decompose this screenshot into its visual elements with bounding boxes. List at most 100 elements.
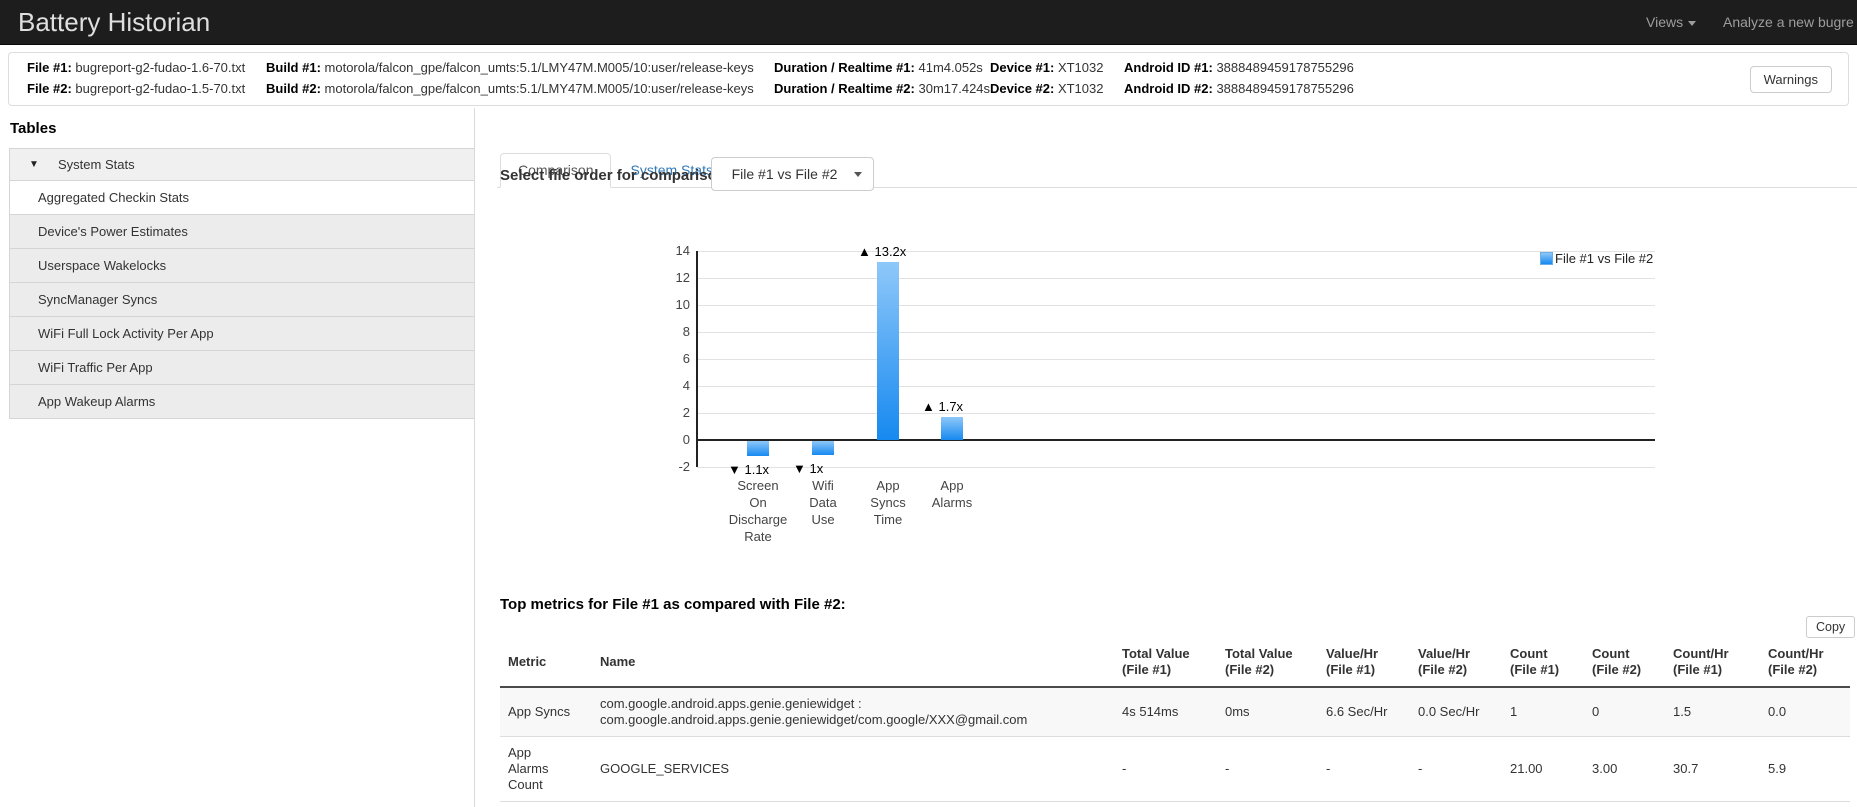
table-cell: 21.00	[1502, 736, 1584, 802]
x-axis-category-label: Screen On Discharge Rate	[728, 478, 788, 544]
chart-bar	[812, 441, 834, 455]
legend-swatch-icon	[1540, 252, 1553, 265]
table-row: App Syncs com.google.android.apps.genie.g…	[500, 687, 1850, 737]
table-header-cell: Count (File #2)	[1584, 638, 1665, 688]
file-info-field-label: Build #1:	[266, 60, 321, 75]
sidebar-item[interactable]: Aggregated Checkin Stats	[9, 181, 475, 215]
file-info-row: File #2: bugreport-g2-fudao-1.5-70.txt Bu…	[9, 81, 1848, 101]
file-info-field: Duration / Realtime #2: 30m17.424s	[774, 81, 991, 96]
top-navbar: Battery Historian Views Analyze a new bu…	[0, 0, 1857, 45]
file-info-field: File #1: bugreport-g2-fudao-1.6-70.txt	[27, 60, 246, 75]
table-cell: -	[1318, 736, 1410, 802]
file-info-field: Build #1: motorola/falcon_gpe/falcon_umt…	[266, 60, 754, 75]
chart-bar	[747, 441, 769, 456]
table-row: App Alarms Count GOOGLE_SERVICES - - - -21.00…	[500, 736, 1850, 802]
y-axis-tick-label: 2	[682, 405, 690, 420]
table-header-cell: Metric	[500, 638, 592, 688]
table-header-cell: Count/Hr (File #2)	[1760, 638, 1850, 688]
warnings-button[interactable]: Warnings	[1749, 66, 1832, 93]
copy-button[interactable]: Copy	[1806, 616, 1856, 638]
chart-bar	[877, 261, 899, 440]
sidebar-item[interactable]: WiFi Full Lock Activity Per App	[9, 317, 475, 351]
chart-bar	[941, 417, 963, 440]
y-axis-line	[696, 251, 698, 467]
x-axis-category-label: App Alarms	[931, 478, 973, 510]
table-cell: -	[1410, 736, 1502, 802]
file-info-field: Duration / Realtime #1: 41m4.052s	[774, 60, 983, 75]
file-info-field-label: Android ID #1:	[1124, 60, 1213, 75]
file-info-field: Android ID #1: 3888489459178755296	[1124, 60, 1354, 75]
table-header-cell: Name	[592, 638, 1114, 688]
gridline	[697, 467, 1655, 468]
table-cell: App Syncs	[500, 687, 592, 737]
file-order-label: Select file order for comparison	[500, 167, 726, 184]
file-info-field-label: File #2:	[27, 81, 72, 96]
gridline	[697, 359, 1655, 360]
table-cell: 1	[1502, 687, 1584, 737]
bar-annotation: ▼ 1x	[793, 460, 824, 476]
table-cell: 0.0 Sec/Hr	[1410, 687, 1502, 737]
sidebar-item[interactable]: App Wakeup Alarms	[9, 385, 475, 419]
table-header-cell: Count (File #1)	[1502, 638, 1584, 688]
views-menu-label: Views	[1646, 14, 1684, 30]
chevron-down-icon	[1688, 20, 1697, 26]
table-header-cell: Value/Hr (File #1)	[1318, 638, 1410, 688]
collapse-triangle-icon: ▼	[29, 159, 39, 170]
table-header-cell: Count/Hr (File #1)	[1665, 638, 1760, 688]
table-header-cell: Total Value (File #2)	[1217, 638, 1318, 688]
y-axis-tick-label: 14	[675, 243, 690, 258]
file-info-field-label: Device #2:	[990, 81, 1055, 96]
y-axis-tick-label: -2	[678, 459, 690, 474]
tables-sidebar: ▼ System Stats Aggregated Checkin Stats D…	[9, 148, 475, 419]
table-cell: 0.0	[1760, 687, 1850, 737]
table-cell: -	[1217, 736, 1318, 802]
sidebar-item[interactable]: Device's Power Estimates	[9, 215, 475, 249]
chart-legend: File #1 vs File #2	[1540, 251, 1653, 266]
file-info-row: File #1: bugreport-g2-fudao-1.6-70.txt Bu…	[9, 60, 1848, 80]
table-cell: 30.7	[1665, 736, 1760, 802]
sidebar-item[interactable]: SyncManager Syncs	[9, 283, 475, 317]
gridline	[697, 413, 1655, 414]
x-axis-category-label: App Syncs Time	[870, 478, 906, 527]
gridline	[697, 251, 1655, 252]
battery-historian-app: Battery Historian Views Analyze a new bu…	[0, 0, 1857, 807]
file-info-field: File #2: bugreport-g2-fudao-1.5-70.txt	[27, 81, 246, 96]
table-cell: 1.5	[1665, 687, 1760, 737]
analyze-new-bugreport-link[interactable]: Analyze a new bugre	[1723, 0, 1854, 45]
y-axis-tick-label: 8	[682, 324, 690, 339]
gridline	[697, 332, 1655, 333]
gridline	[697, 278, 1655, 279]
sidebar-group-system-stats[interactable]: ▼ System Stats	[9, 148, 475, 181]
gridline	[697, 305, 1655, 306]
bar-annotation: ▲ 1.7x	[922, 399, 964, 415]
file-order-select[interactable]: File #1 vs File #2	[711, 157, 874, 191]
table-cell: 4s 514ms	[1114, 687, 1217, 737]
tables-heading: Tables	[10, 120, 57, 137]
table-cell: 3.00	[1584, 736, 1665, 802]
top-metrics-table: Metric Name Total Value (File #1) Total Val…	[500, 638, 1850, 802]
table-cell: 0	[1584, 687, 1665, 737]
select-caret-icon	[854, 172, 862, 177]
y-axis-tick-label: 6	[682, 351, 690, 366]
sidebar-group-label: System Stats	[58, 157, 135, 172]
top-metrics-heading: Top metrics for File #1 as compared with…	[500, 596, 846, 613]
table-cell: 5.9	[1760, 736, 1850, 802]
views-menu[interactable]: Views	[1646, 0, 1697, 45]
table-cell: 6.6 Sec/Hr	[1318, 687, 1410, 737]
y-axis-tick-label: 10	[675, 297, 690, 312]
table-header-cell: Value/Hr (File #2)	[1410, 638, 1502, 688]
bar-annotation: ▼ 1.1x	[728, 461, 770, 477]
gridline	[697, 386, 1655, 387]
app-title[interactable]: Battery Historian	[18, 0, 210, 45]
file-info-field: Device #2: XT1032	[990, 81, 1104, 96]
table-cell: 0ms	[1217, 687, 1318, 737]
bar-annotation: ▲ 13.2x	[858, 243, 907, 259]
file-info-field-label: Build #2:	[266, 81, 321, 96]
file-info-field-label: Android ID #2:	[1124, 81, 1213, 96]
file-info-field: Android ID #2: 3888489459178755296	[1124, 81, 1354, 96]
table-cell: -	[1114, 736, 1217, 802]
sidebar-item[interactable]: Userspace Wakelocks	[9, 249, 475, 283]
table-cell: GOOGLE_SERVICES	[592, 736, 1114, 802]
sidebar-item[interactable]: WiFi Traffic Per App	[9, 351, 475, 385]
file-info-field: Build #2: motorola/falcon_gpe/falcon_umt…	[266, 81, 754, 96]
